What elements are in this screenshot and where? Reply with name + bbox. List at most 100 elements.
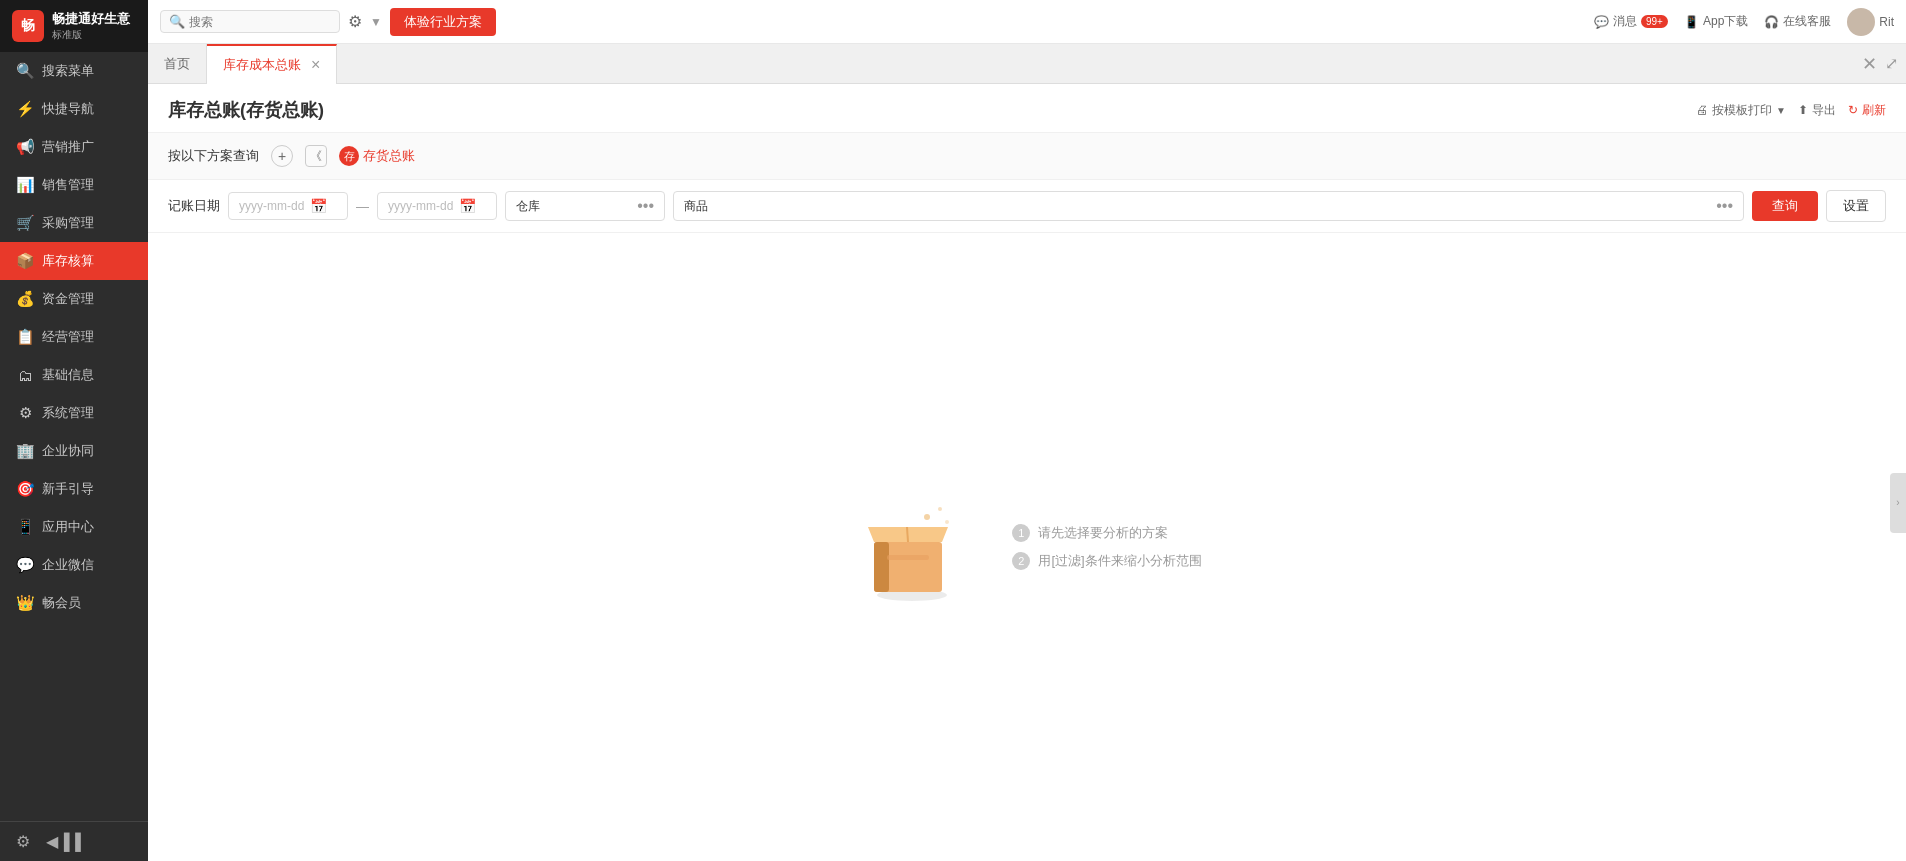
sidebar-item-label: 新手引导 — [42, 480, 94, 498]
online-service-label: 在线客服 — [1783, 13, 1831, 30]
vip-icon: 👑 — [16, 594, 34, 612]
avatar — [1847, 8, 1875, 36]
gear-icon[interactable]: ⚙ — [348, 12, 362, 31]
refresh-btn[interactable]: ↻ 刷新 — [1848, 102, 1886, 119]
tab-close-icon[interactable]: × — [311, 56, 320, 74]
sidebar-nav: 🔍 搜索菜单 ⚡ 快捷导航 📢 营销推广 📊 销售管理 🛒 采购管理 📦 库存核… — [0, 52, 148, 821]
sidebar-item-finance[interactable]: 💰 资金管理 — [0, 280, 148, 318]
messages-label: 消息 — [1613, 13, 1637, 30]
sidebar-item-sales[interactable]: 📊 销售管理 — [0, 166, 148, 204]
search-icon-topbar: 🔍 — [169, 14, 185, 29]
sidebar-item-newguide[interactable]: 🎯 新手引导 — [0, 470, 148, 508]
filter-add-btn[interactable]: + — [271, 145, 293, 167]
warehouse-label: 仓库 — [516, 198, 540, 215]
print-btn[interactable]: 🖨 按模板打印 ▼ — [1696, 102, 1786, 119]
svg-rect-5 — [887, 555, 929, 560]
warehouse-more-icon: ••• — [637, 197, 654, 215]
active-tab-label: 库存成本总账 — [223, 56, 301, 74]
empty-num-1: 1 — [1012, 524, 1030, 542]
finance-icon: 💰 — [16, 290, 34, 308]
sidebar-item-shortcut[interactable]: ⚡ 快捷导航 — [0, 90, 148, 128]
app-logo: 畅 畅捷通好生意 标准版 — [0, 0, 148, 52]
empty-texts: 1 请先选择要分析的方案 2 用[过滤]条件来缩小分析范围 — [1012, 524, 1201, 570]
settings-button[interactable]: 设置 — [1826, 190, 1886, 222]
sidebar-item-basic[interactable]: 🗂 基础信息 — [0, 356, 148, 394]
home-tab-label: 首页 — [164, 55, 190, 73]
shortcut-icon: ⚡ — [16, 100, 34, 118]
sidebar-item-label: 资金管理 — [42, 290, 94, 308]
expand-icon[interactable]: ⤢ — [1885, 54, 1898, 73]
sidebar-item-inventory[interactable]: 📦 库存核算 — [0, 242, 148, 280]
goods-select[interactable]: 商品 ••• — [673, 191, 1744, 221]
sidebar-item-marketing[interactable]: 📢 营销推广 — [0, 128, 148, 166]
svg-point-6 — [924, 514, 930, 520]
sidebar-item-company[interactable]: 🏢 企业协同 — [0, 432, 148, 470]
topbar: 🔍 ⚙ ▼ 体验行业方案 💬 消息 99+ 📱 App下载 🎧 在线客服 — [148, 0, 1906, 44]
refresh-icon: ↻ — [1848, 103, 1858, 117]
sidebar-item-purchase[interactable]: 🛒 采购管理 — [0, 204, 148, 242]
empty-num-2: 2 — [1012, 552, 1030, 570]
calendar-start-icon: 📅 — [310, 198, 327, 214]
app-download-btn[interactable]: 📱 App下载 — [1684, 13, 1748, 30]
page-header: 库存总账(存货总账) 🖨 按模板打印 ▼ ⬆ 导出 ↻ 刷新 — [148, 84, 1906, 133]
sidebar-item-operations[interactable]: 📋 经营管理 — [0, 318, 148, 356]
search-icon: 🔍 — [16, 62, 34, 80]
date-end-input[interactable]: yyyy-mm-dd 📅 — [377, 192, 497, 220]
filter-scheme-icon: 存 — [339, 146, 359, 166]
tab-inventory-ledger[interactable]: 库存成本总账 × — [207, 44, 337, 84]
sidebar-item-label: 应用中心 — [42, 518, 94, 536]
svg-line-4 — [907, 527, 908, 542]
query-button[interactable]: 查询 — [1752, 191, 1818, 221]
search-input[interactable] — [189, 15, 289, 29]
industry-btn[interactable]: 体验行业方案 — [390, 8, 496, 36]
sidebar-item-search[interactable]: 🔍 搜索菜单 — [0, 52, 148, 90]
svg-point-7 — [938, 507, 942, 511]
sidebar-item-label: 经营管理 — [42, 328, 94, 346]
logo-text: 畅捷通好生意 标准版 — [52, 11, 130, 41]
audio-bottom-icon[interactable]: ◀▐▐ — [46, 832, 81, 851]
sidebar-item-vip[interactable]: 👑 畅会员 — [0, 584, 148, 622]
warehouse-select[interactable]: 仓库 ••• — [505, 191, 665, 221]
sidebar-item-wechat[interactable]: 💬 企业微信 — [0, 546, 148, 584]
sidebar-item-appcenter[interactable]: 📱 应用中心 — [0, 508, 148, 546]
chevron-down-icon: ▼ — [370, 15, 382, 29]
empty-illustration — [852, 497, 972, 597]
page-header-actions: 🖨 按模板打印 ▼ ⬆ 导出 ↻ 刷新 — [1696, 102, 1886, 119]
export-icon: ⬆ — [1798, 103, 1808, 117]
newguide-icon: 🎯 — [16, 480, 34, 498]
sidebar-item-label: 快捷导航 — [42, 100, 94, 118]
date-start-input[interactable]: yyyy-mm-dd 📅 — [228, 192, 348, 220]
topbar-search-area[interactable]: 🔍 — [160, 10, 340, 33]
empty-hint-2: 2 用[过滤]条件来缩小分析范围 — [1012, 552, 1201, 570]
filter-label: 按以下方案查询 — [168, 147, 259, 165]
user-avatar-area[interactable]: Rit — [1847, 8, 1894, 36]
export-btn[interactable]: ⬆ 导出 — [1798, 102, 1836, 119]
filter-collapse-btn[interactable]: 《 — [305, 145, 327, 167]
empty-hint-1-text: 请先选择要分析的方案 — [1038, 524, 1168, 542]
online-service-btn[interactable]: 🎧 在线客服 — [1764, 13, 1831, 30]
headset-icon: 🎧 — [1764, 15, 1779, 29]
goods-label: 商品 — [684, 198, 708, 215]
tabs-right-actions: ✕ ⤢ — [1862, 53, 1906, 75]
svg-rect-2 — [874, 542, 889, 592]
sidebar-item-label: 畅会员 — [42, 594, 81, 612]
sidebar-item-label: 采购管理 — [42, 214, 94, 232]
right-panel-toggle[interactable]: › — [1890, 473, 1906, 533]
filter-scheme-item[interactable]: 存 存货总账 — [339, 146, 415, 166]
tabs-bar: 首页 库存成本总账 × ✕ ⤢ — [148, 44, 1906, 84]
purchase-icon: 🛒 — [16, 214, 34, 232]
sidebar-item-label: 基础信息 — [42, 366, 94, 384]
date-dash: — — [356, 199, 369, 214]
query-bar: 记账日期 yyyy-mm-dd 📅 — yyyy-mm-dd 📅 仓库 ••• … — [148, 180, 1906, 233]
page-title: 库存总账(存货总账) — [168, 98, 324, 122]
print-icon: 🖨 — [1696, 103, 1708, 117]
close-icon-right[interactable]: ✕ — [1862, 53, 1877, 75]
empty-state: 1 请先选择要分析的方案 2 用[过滤]条件来缩小分析范围 — [148, 233, 1906, 861]
tab-home[interactable]: 首页 — [148, 44, 207, 84]
settings-bottom-icon[interactable]: ⚙ — [16, 832, 30, 851]
messages-btn[interactable]: 💬 消息 99+ — [1594, 13, 1668, 30]
sidebar-bottom: ⚙ ◀▐▐ — [0, 821, 148, 861]
sidebar-item-system[interactable]: ⚙ 系统管理 — [0, 394, 148, 432]
goods-more-icon: ••• — [1716, 197, 1733, 215]
main-area: 🔍 ⚙ ▼ 体验行业方案 💬 消息 99+ 📱 App下载 🎧 在线客服 — [148, 0, 1906, 861]
